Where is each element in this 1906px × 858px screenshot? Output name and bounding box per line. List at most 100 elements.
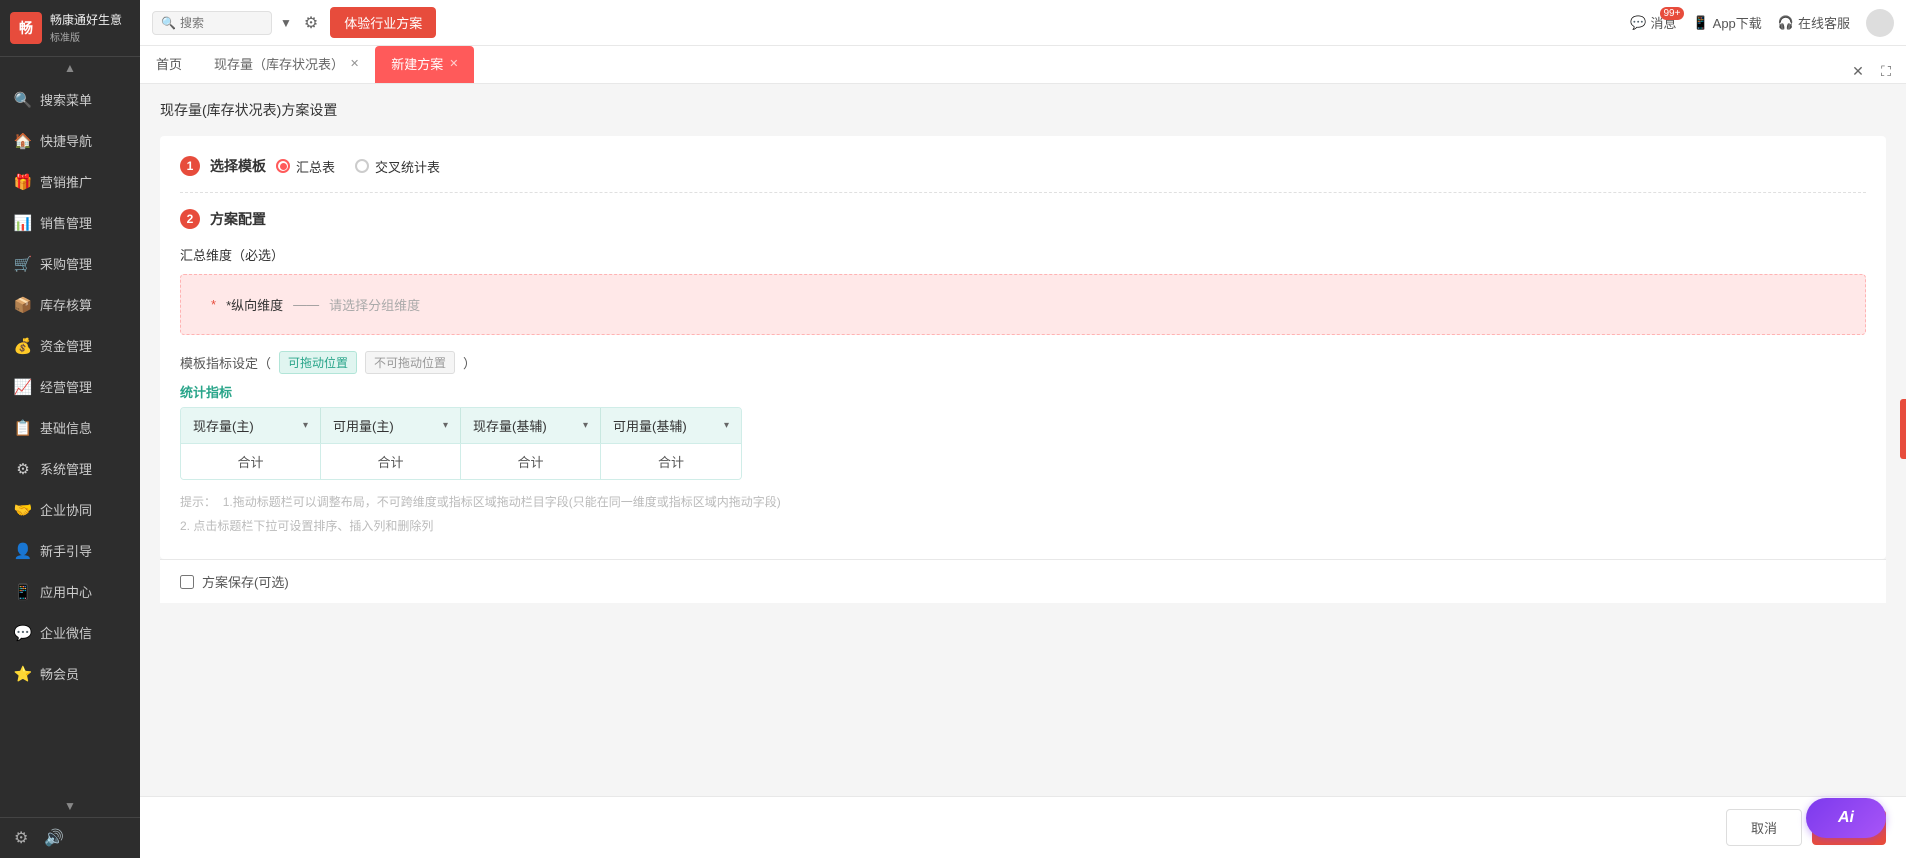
body-cell-0: 合计	[181, 444, 321, 479]
sidebar-item-inventory[interactable]: 📦 库存核算	[0, 284, 140, 325]
save-label: 方案保存(可选)	[202, 572, 289, 591]
sidebar-item-label: 基础信息	[40, 418, 92, 437]
sidebar-item-purchase[interactable]: 🛒 采购管理	[0, 243, 140, 284]
user-icon: 👤	[14, 542, 32, 560]
main-area: 🔍 ▼ ⚙ 体验行业方案 💬 消息 99+ 📱 App下载 🎧 在线客服	[140, 0, 1906, 858]
template-options: 汇总表 交叉统计表	[276, 157, 440, 176]
sidebar-item-finance[interactable]: 💰 资金管理	[0, 325, 140, 366]
sidebar-item-label: 采购管理	[40, 254, 92, 273]
header-cell-0[interactable]: 现存量(主) ▾	[181, 408, 321, 443]
audio-icon[interactable]: 🔊	[44, 828, 64, 848]
sidebar-item-system[interactable]: ⚙ 系统管理	[0, 448, 140, 489]
tab-inventory-status[interactable]: 现存量（库存状况表） ✕	[198, 46, 375, 83]
sidebar-item-label: 企业协同	[40, 500, 92, 519]
save-checkbox[interactable]	[180, 575, 194, 589]
avatar[interactable]	[1866, 9, 1894, 37]
header-cell-2[interactable]: 现存量(基辅) ▾	[461, 408, 601, 443]
expand-window-button[interactable]: ⛶	[1874, 59, 1898, 83]
tips-section: 提示： 1.拖动标题栏可以调整布局，不可跨维度或指标区域拖动栏目字段(只能在同一…	[180, 492, 1866, 537]
sidebar-scroll-down[interactable]: ▼	[0, 795, 140, 817]
sidebar-item-label: 销售管理	[40, 213, 92, 232]
tab-inventory-label: 现存量（库存状况表）	[214, 54, 344, 73]
app-download-item[interactable]: 📱 App下载	[1692, 13, 1761, 32]
radio-summary-label: 汇总表	[296, 157, 335, 176]
sidebar-scroll-up[interactable]: ▲	[0, 57, 140, 79]
step2-title: 方案配置	[210, 209, 266, 229]
message-icon: 💬	[1630, 15, 1646, 31]
body-cell-1: 合计	[321, 444, 461, 479]
required-star: *	[211, 297, 216, 312]
message-item[interactable]: 💬 消息 99+	[1630, 13, 1676, 32]
handshake-icon: 🤝	[14, 501, 32, 519]
sidebar-item-app-center[interactable]: 📱 应用中心	[0, 571, 140, 612]
tab-inventory-close-icon[interactable]: ✕	[350, 57, 359, 70]
tab-home[interactable]: 首页	[140, 46, 198, 83]
sidebar-item-search[interactable]: 🔍 搜索菜单	[0, 79, 140, 120]
sidebar-logo: 畅 畅康通好生意 标准版	[0, 0, 140, 57]
tabs-bar: 首页 现存量（库存状况表） ✕ 新建方案 ✕ ✕ ⛶	[140, 46, 1906, 84]
settings-icon[interactable]: ⚙	[14, 828, 28, 848]
sidebar-item-enterprise-wechat[interactable]: 💬 企业微信	[0, 612, 140, 653]
chevron-down-icon: ▾	[443, 420, 448, 431]
radio-cross-label: 交叉统计表	[375, 157, 440, 176]
radio-cross[interactable]: 交叉统计表	[355, 157, 440, 176]
topbar: 🔍 ▼ ⚙ 体验行业方案 💬 消息 99+ 📱 App下载 🎧 在线客服	[140, 0, 1906, 46]
dimension-dash: ——	[293, 297, 319, 312]
window-controls: ✕ ⛶	[1846, 59, 1906, 83]
home-icon: 🏠	[14, 132, 32, 150]
search-icon: 🔍	[161, 16, 176, 30]
topbar-right: 💬 消息 99+ 📱 App下载 🎧 在线客服	[1630, 9, 1894, 37]
search-input[interactable]	[180, 16, 260, 30]
cancel-button[interactable]: 取消	[1726, 809, 1802, 846]
clipboard-icon: 📋	[14, 419, 32, 437]
sidebar-item-sales[interactable]: 📊 销售管理	[0, 202, 140, 243]
metrics-label-row: 模板指标设定（ 可拖动位置 不可拖动位置 ）	[180, 351, 1866, 374]
header-cell-3[interactable]: 可用量(基辅) ▾	[601, 408, 741, 443]
headset-icon: 🎧	[1778, 15, 1794, 31]
trending-icon: 📈	[14, 378, 32, 396]
sidebar: 畅 畅康通好生意 标准版 ▲ 🔍 搜索菜单 🏠 快捷导航 🎁 营销推广 📊 销售…	[0, 0, 140, 858]
star-icon: ⭐	[14, 665, 32, 683]
sidebar-item-member[interactable]: ⭐ 畅会员	[0, 653, 140, 694]
dimension-area[interactable]: * *纵向维度 —— 请选择分组维度	[180, 274, 1866, 335]
sidebar-item-label: 搜索菜单	[40, 90, 92, 109]
metrics-body-row: 合计 合计 合计 合计	[181, 443, 741, 479]
sidebar-item-label: 畅会员	[40, 664, 79, 683]
radio-summary[interactable]: 汇总表	[276, 157, 335, 176]
sidebar-item-label: 企业微信	[40, 623, 92, 642]
body-cell-3: 合计	[601, 444, 741, 479]
content-area: 现存量(库存状况表)方案设置 1 选择模板 汇总表 交叉统计表	[140, 84, 1906, 796]
tab-new-plan[interactable]: 新建方案 ✕	[375, 46, 474, 83]
chat-icon: 💬	[14, 624, 32, 642]
sidebar-item-management[interactable]: 📈 经营管理	[0, 366, 140, 407]
sidebar-item-label: 新手引导	[40, 541, 92, 560]
sidebar-item-quick-nav[interactable]: 🏠 快捷导航	[0, 120, 140, 161]
online-service-label: 在线客服	[1798, 13, 1850, 32]
topbar-dropdown-button[interactable]: ▼	[280, 16, 292, 30]
dimension-placeholder: 请选择分组维度	[329, 295, 420, 314]
topbar-left: 🔍 ▼ ⚙ 体验行业方案	[152, 7, 1620, 38]
metrics-table: 现存量(主) ▾ 可用量(主) ▾ 现存量(基辅) ▾ 可用量(基辅) ▾	[180, 407, 742, 480]
header-cell-1[interactable]: 可用量(主) ▾	[321, 408, 461, 443]
non-draggable-tag: 不可拖动位置	[365, 351, 455, 374]
close-window-button[interactable]: ✕	[1846, 59, 1870, 83]
chart-icon: 📊	[14, 214, 32, 232]
dimension-label: *纵向维度	[226, 295, 283, 314]
page-title: 现存量(库存状况表)方案设置	[160, 100, 1886, 120]
money-icon: 💰	[14, 337, 32, 355]
sidebar-item-basic-info[interactable]: 📋 基础信息	[0, 407, 140, 448]
sidebar-item-new-guide[interactable]: 👤 新手引导	[0, 530, 140, 571]
tab-new-plan-close-icon[interactable]: ✕	[449, 57, 458, 70]
sidebar-item-marketing[interactable]: 🎁 营销推广	[0, 161, 140, 202]
search-box[interactable]: 🔍	[152, 11, 272, 35]
gear-icon: ⚙	[14, 460, 32, 478]
tab-home-label: 首页	[156, 54, 182, 73]
metrics-config-label: 模板指标设定（	[180, 353, 271, 372]
app-download-label: App下载	[1713, 13, 1762, 32]
trial-industry-button[interactable]: 体验行业方案	[330, 7, 436, 38]
ai-float-button[interactable]: Ai	[1806, 798, 1886, 838]
sidebar-item-label: 快捷导航	[40, 131, 92, 150]
online-service-item[interactable]: 🎧 在线客服	[1778, 13, 1850, 32]
sidebar-item-company[interactable]: 🤝 企业协同	[0, 489, 140, 530]
topbar-gear-icon[interactable]: ⚙	[300, 9, 322, 37]
